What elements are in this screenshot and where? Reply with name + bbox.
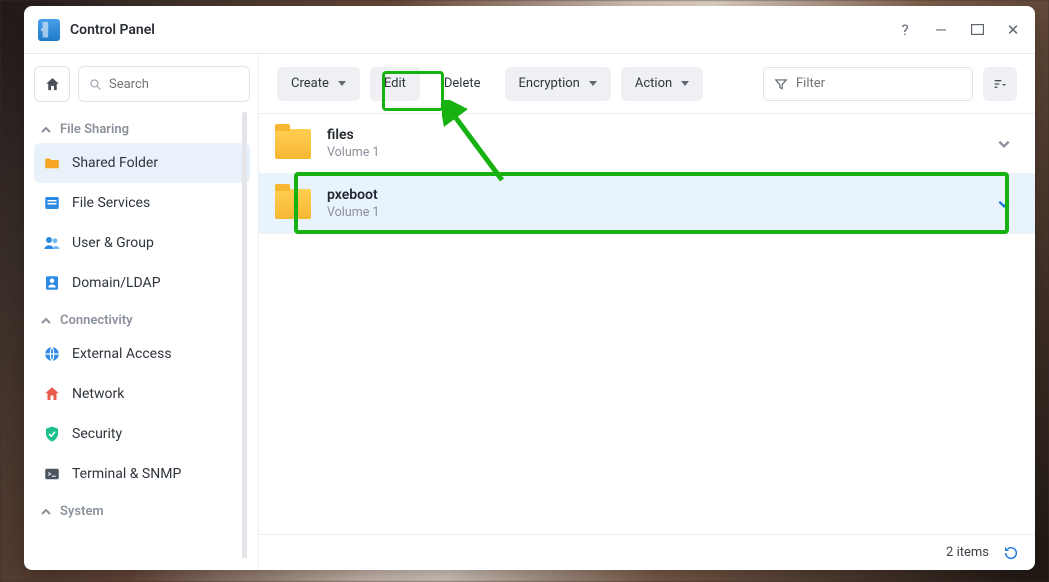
chevron-down-icon[interactable] (997, 197, 1011, 211)
terminal-snmp-icon (42, 464, 62, 484)
toolbar: Create Edit Delete Encryption Action (259, 54, 1035, 114)
delete-button[interactable]: Delete (430, 67, 495, 101)
user-group-icon (42, 233, 62, 253)
search-input[interactable] (109, 77, 239, 92)
chevron-up-icon (40, 315, 52, 327)
edit-button[interactable]: Edit (370, 67, 420, 101)
folder-volume: Volume 1 (327, 205, 379, 220)
folder-icon (275, 129, 311, 159)
folder-name: pxeboot (327, 187, 379, 203)
file-services-icon (42, 193, 62, 213)
sidebar-item-label: Domain/LDAP (72, 275, 161, 291)
encryption-button[interactable]: Encryption (505, 67, 611, 101)
sidebar-heading[interactable]: System (34, 494, 250, 525)
sidebar-item-label: User & Group (72, 235, 154, 251)
refresh-icon (1003, 545, 1019, 561)
sidebar-item-label: Network (72, 386, 124, 402)
sidebar-item-network[interactable]: Network (34, 374, 250, 414)
sidebar-scroll: File Sharing Shared Folder File Services Us… (34, 112, 250, 558)
sidebar-item-label: Security (72, 426, 122, 442)
sidebar-item-external-access[interactable]: External Access (34, 334, 250, 374)
create-button[interactable]: Create (277, 67, 360, 101)
action-button[interactable]: Action (621, 67, 703, 101)
chevron-up-icon (40, 124, 52, 136)
filter-icon (774, 77, 788, 91)
help-icon[interactable]: ? (897, 22, 913, 38)
folder-row[interactable]: files Volume 1 (259, 114, 1035, 174)
sort-icon (992, 76, 1008, 92)
sidebar-item-label: Shared Folder (72, 155, 158, 171)
sidebar: File Sharing Shared Folder File Services Us… (24, 54, 259, 570)
home-button[interactable] (34, 66, 70, 102)
item-count: 2 items (946, 545, 989, 560)
control-panel-window: Control Panel ? — ✕ File Sharing Shared F… (24, 6, 1035, 570)
refresh-button[interactable] (1003, 545, 1019, 561)
search-input-wrapper[interactable] (78, 66, 250, 102)
scrollbar-thumb[interactable] (242, 112, 247, 502)
folder-icon (275, 189, 311, 219)
sidebar-item-terminal-snmp[interactable]: Terminal & SNMP (34, 454, 250, 494)
sort-button[interactable] (983, 67, 1017, 101)
sidebar-item-shared-folder[interactable]: Shared Folder (34, 143, 250, 183)
folder-list: files Volume 1 pxeboot Volume 1 (259, 114, 1035, 534)
sidebar-item-security[interactable]: Security (34, 414, 250, 454)
sidebar-item-label: File Services (72, 195, 150, 211)
shared-folder-icon (42, 153, 62, 173)
folder-volume: Volume 1 (327, 145, 379, 160)
home-icon (44, 76, 61, 93)
filter-input[interactable] (796, 76, 962, 91)
sidebar-heading[interactable]: Connectivity (34, 303, 250, 334)
sidebar-item-domain-ldap[interactable]: Domain/LDAP (34, 263, 250, 303)
titlebar: Control Panel ? — ✕ (24, 6, 1035, 54)
domain-ldap-icon (42, 273, 62, 293)
sidebar-item-label: Terminal & SNMP (72, 466, 181, 482)
folder-row[interactable]: pxeboot Volume 1 (259, 174, 1035, 234)
network-icon (42, 384, 62, 404)
sidebar-item-user-group[interactable]: User & Group (34, 223, 250, 263)
chevron-down-icon[interactable] (997, 137, 1011, 151)
status-bar: 2 items (259, 534, 1035, 570)
external-access-icon (42, 344, 62, 364)
security-icon (42, 424, 62, 444)
window-title: Control Panel (70, 22, 155, 38)
chevron-up-icon (40, 506, 52, 518)
close-icon[interactable]: ✕ (1005, 22, 1021, 38)
search-icon (89, 77, 102, 92)
main-panel: Create Edit Delete Encryption Action fil… (259, 54, 1035, 570)
maximize-icon[interactable] (969, 22, 985, 38)
window-controls: ? — ✕ (897, 22, 1021, 38)
filter-input-wrapper[interactable] (763, 67, 973, 101)
sidebar-item-file-services[interactable]: File Services (34, 183, 250, 223)
app-icon (38, 19, 60, 41)
minimize-icon[interactable]: — (933, 22, 949, 38)
folder-name: files (327, 127, 379, 143)
sidebar-heading[interactable]: File Sharing (34, 112, 250, 143)
sidebar-item-label: External Access (72, 346, 172, 362)
